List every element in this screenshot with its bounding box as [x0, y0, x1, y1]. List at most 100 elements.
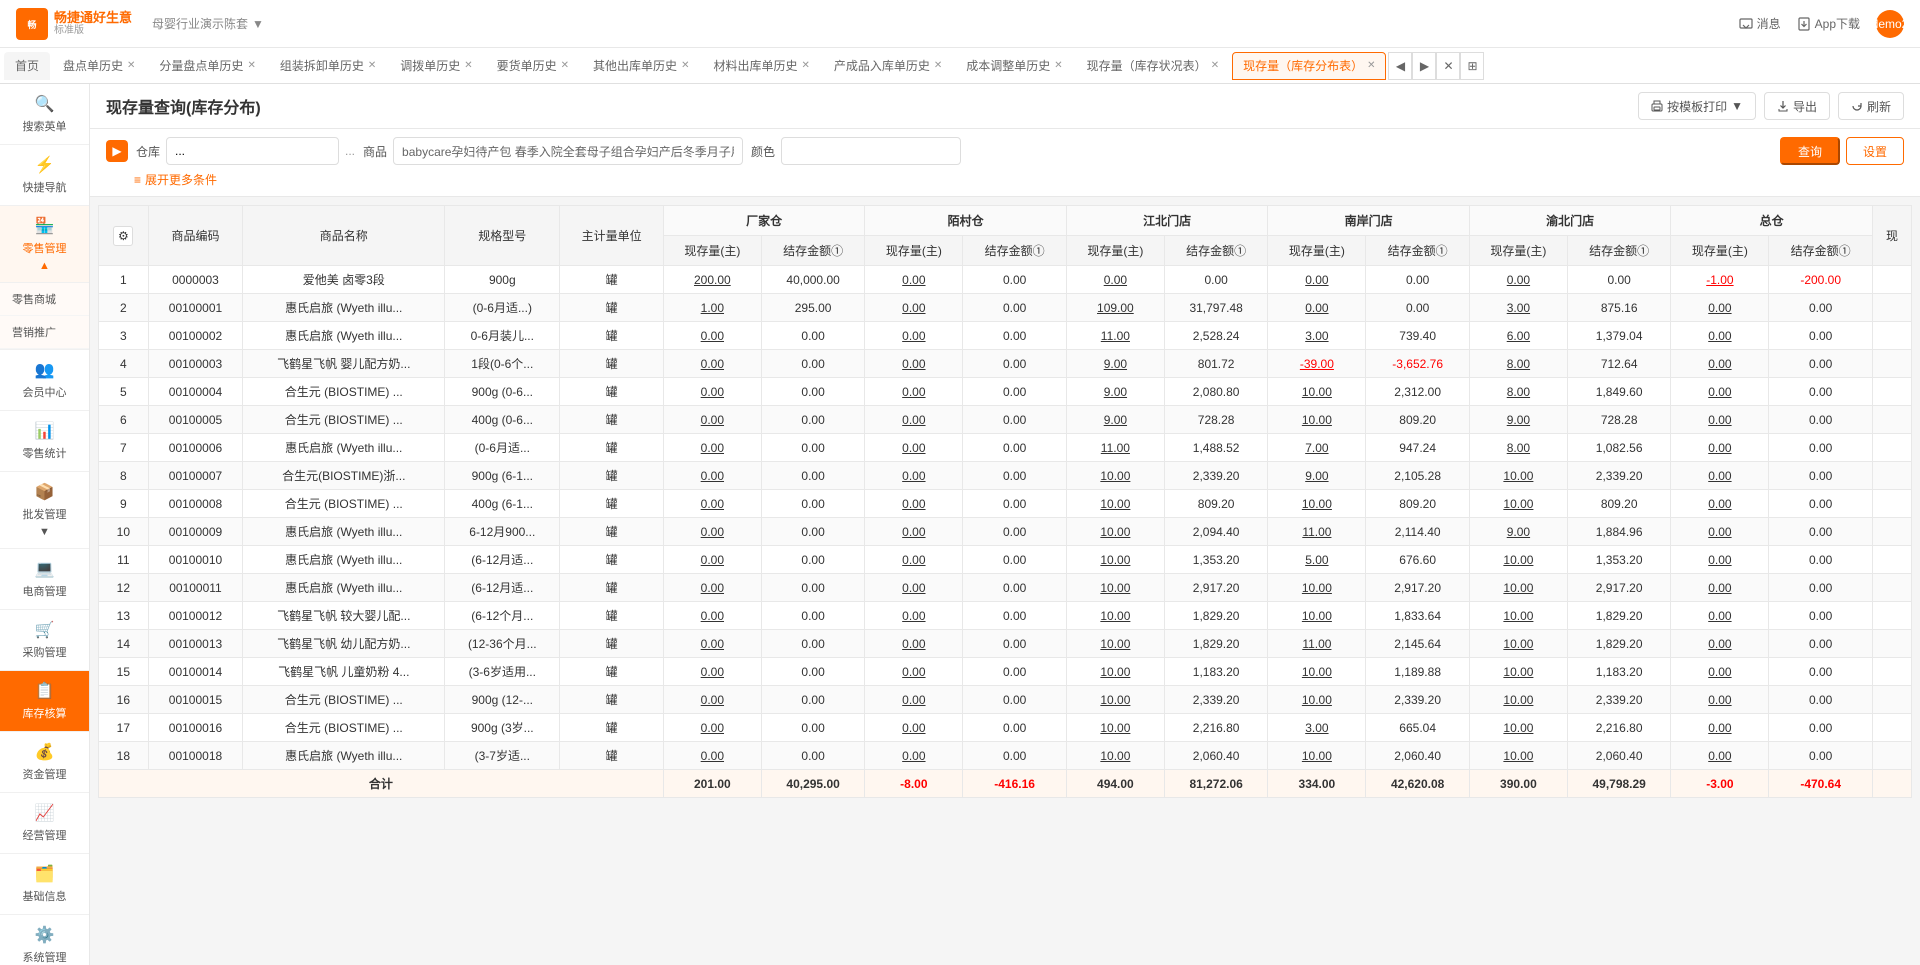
sidebar-item-operations[interactable]: 📈 经营管理 — [0, 793, 89, 854]
app-download-btn[interactable]: App下载 — [1797, 15, 1860, 32]
logo-icon: 畅 — [16, 8, 48, 40]
tab-nav-next[interactable]: ▶ — [1412, 52, 1436, 80]
tab-other-out[interactable]: 其他出库单历史 ✕ — [582, 52, 700, 80]
th-name: 商品名称 — [243, 206, 445, 266]
table-row: 1500100014飞鹤星飞帆 儿童奶粉 4...(3-6岁适用...罐0.00… — [99, 658, 1912, 686]
th-nanan: 南岸门店 — [1268, 206, 1470, 236]
retail-stat-icon: 📊 — [35, 421, 55, 441]
tab-inventory-count[interactable]: 盘点单历史 ✕ — [52, 52, 146, 80]
industry-selector[interactable]: 母婴行业演示陈套 ▼ — [152, 15, 264, 32]
tab-material-out[interactable]: 材料出库单历史 ✕ — [702, 52, 820, 80]
warehouse-filter: 仓库 ... — [136, 137, 355, 165]
th-mocun: 陌村仓 — [865, 206, 1067, 236]
th-mocun-qty: 现存量(主) — [865, 236, 963, 266]
th-yubei-amt: 结存金额① — [1567, 236, 1670, 266]
tab-stock-status[interactable]: 现存量（库存状况表） ✕ — [1076, 52, 1230, 80]
sidebar: 🔍 搜索英单 ⚡ 快捷导航 🏪 零售管理 ▲ 零售商城 营销推广 👥 会员中心 … — [0, 84, 90, 965]
page-title: 现存量查询(库存分布) — [106, 94, 261, 118]
tab-nav-close-all[interactable]: ✕ — [1436, 52, 1460, 80]
filter-area: ▶ 仓库 ... 商品 颜色 查询 设置 — [90, 129, 1920, 197]
tab-transfer[interactable]: 调拨单历史 ✕ — [389, 52, 483, 80]
settings-btn[interactable]: 设置 — [1846, 137, 1904, 165]
th-jiangbei-amt: 结存金额① — [1164, 236, 1267, 266]
sidebar-item-purchase[interactable]: 🛒 采购管理 — [0, 610, 89, 671]
color-filter: 颜色 — [751, 137, 961, 165]
tab-nav-prev[interactable]: ◀ — [1388, 52, 1412, 80]
filter-row: ▶ 仓库 ... 商品 颜色 查询 设置 — [106, 137, 1904, 165]
table-row: 1600100015合生元 (BIOSTIME) ...900g (12-...… — [99, 686, 1912, 714]
retail-icon: 🏪 — [35, 216, 55, 236]
sidebar-item-wholesale[interactable]: 📦 批发管理 ▼ — [0, 472, 89, 549]
sidebar-item-member[interactable]: 👥 会员中心 — [0, 350, 89, 411]
sidebar-item-inventory[interactable]: 📋 库存核算 — [0, 671, 89, 732]
tab-close-stock-status[interactable]: ✕ — [1211, 60, 1219, 71]
table-area[interactable]: ⚙ 商品编码 商品名称 规格型号 主计量单位 厂家仓 陌村仓 江北门店 南岸门店… — [90, 197, 1920, 965]
table-row: 500100004合生元 (BIOSTIME) ...900g (0-6...罐… — [99, 378, 1912, 406]
table-row: 1400100013飞鹤星飞帆 幼儿配方奶...(12-36个月...罐0.00… — [99, 630, 1912, 658]
sidebar-item-marketing[interactable]: 营销推广 — [0, 316, 89, 349]
tab-close-assemble[interactable]: ✕ — [368, 60, 376, 71]
tab-assemble[interactable]: 组装拆卸单历史 ✕ — [269, 52, 387, 80]
table-row: 1800100018惠氏启旅 (Wyeth illu...(3-7岁适...罐0… — [99, 742, 1912, 770]
table-row: 10000003爱他美 卤零3段900g罐200.0040,000.000.00… — [99, 266, 1912, 294]
sidebar-item-retail[interactable]: 🏪 零售管理 ▲ — [0, 206, 89, 283]
table-row: 1300100012飞鹤星飞帆 较大婴儿配...(6-12个月...罐0.000… — [99, 602, 1912, 630]
tab-home[interactable]: 首页 — [4, 52, 50, 80]
tab-close-category-count[interactable]: ✕ — [247, 60, 255, 71]
warehouse-input[interactable] — [166, 137, 339, 165]
table-row: 200100001惠氏启旅 (Wyeth illu...(0-6月适...)罐1… — [99, 294, 1912, 322]
user-avatar[interactable]: demo2 — [1876, 10, 1904, 38]
th-yubei-qty: 现存量(主) — [1469, 236, 1567, 266]
sidebar-item-ecommerce[interactable]: 💻 电商管理 — [0, 549, 89, 610]
table-row: 1200100011惠氏启旅 (Wyeth illu...(6-12月适...罐… — [99, 574, 1912, 602]
tab-cost-adjust[interactable]: 成本调整单历史 ✕ — [955, 52, 1073, 80]
th-factory: 厂家仓 — [663, 206, 865, 236]
tab-close-purchase-order[interactable]: ✕ — [561, 60, 569, 71]
retail-expand-icon: ▲ — [39, 260, 50, 272]
topbar-right: 消息 App下载 demo2 — [1739, 10, 1904, 38]
wholesale-expand-icon: ▼ — [39, 526, 50, 538]
table-row: 400100003飞鹤星飞帆 婴儿配方奶...1段(0-6个...罐0.000.… — [99, 350, 1912, 378]
operations-icon: 📈 — [35, 803, 55, 823]
message-btn[interactable]: 消息 — [1739, 15, 1781, 32]
th-total: 总仓 — [1671, 206, 1873, 236]
tab-close-inventory-count[interactable]: ✕ — [127, 60, 135, 71]
table-row: 900100008合生元 (BIOSTIME) ...400g (6-1...罐… — [99, 490, 1912, 518]
tab-purchase-order[interactable]: 要货单历史 ✕ — [486, 52, 580, 80]
query-btn[interactable]: 查询 — [1780, 137, 1840, 165]
sidebar-item-retail-shop[interactable]: 零售商城 — [0, 283, 89, 316]
th-spec: 规格型号 — [445, 206, 560, 266]
sidebar-item-search[interactable]: 🔍 搜索英单 — [0, 84, 89, 145]
filter-expand-toggle[interactable]: ▶ — [106, 140, 128, 162]
tab-close-transfer[interactable]: ✕ — [464, 60, 472, 71]
filter-expand-row: ≡ 展开更多条件 — [106, 171, 1904, 188]
th-settings[interactable]: ⚙ — [99, 206, 149, 266]
tab-category-count[interactable]: 分量盘点单历史 ✕ — [148, 52, 266, 80]
topbar-left: 畅 畅捷通好生意 标准版 母婴行业演示陈套 ▼ — [16, 8, 264, 40]
wholesale-icon: 📦 — [35, 482, 55, 502]
tab-close-material-out[interactable]: ✕ — [801, 60, 809, 71]
expand-more-btn[interactable]: ≡ 展开更多条件 — [134, 171, 1904, 188]
print-btn[interactable]: 按模板打印 ▼ — [1638, 92, 1756, 120]
tab-close-stock-dist[interactable]: ✕ — [1367, 60, 1375, 71]
export-btn[interactable]: 导出 — [1764, 92, 1830, 120]
color-input[interactable] — [781, 137, 961, 165]
sidebar-item-basic[interactable]: 🗂️ 基础信息 — [0, 854, 89, 915]
sidebar-item-retail-stat[interactable]: 📊 零售统计 — [0, 411, 89, 472]
sidebar-item-finance[interactable]: 💰 资金管理 — [0, 732, 89, 793]
sidebar-item-shortcut[interactable]: ⚡ 快捷导航 — [0, 145, 89, 206]
svg-text:畅: 畅 — [27, 19, 36, 30]
th-yubei: 渝北门店 — [1469, 206, 1671, 236]
product-filter: 商品 — [363, 137, 743, 165]
tab-close-product-in[interactable]: ✕ — [934, 60, 942, 71]
tab-close-cost-adjust[interactable]: ✕ — [1054, 60, 1062, 71]
tab-stock-dist[interactable]: 现存量（库存分布表） ✕ — [1232, 52, 1386, 80]
tab-close-other-out[interactable]: ✕ — [681, 60, 689, 71]
table-row: 800100007合生元(BIOSTIME)浙...900g (6-1...罐0… — [99, 462, 1912, 490]
refresh-btn[interactable]: 刷新 — [1838, 92, 1904, 120]
tab-product-in[interactable]: 产成品入库单历史 ✕ — [823, 52, 953, 80]
product-input[interactable] — [393, 137, 743, 165]
sidebar-item-system[interactable]: ⚙️ 系统管理 — [0, 915, 89, 965]
table-row: 1100100010惠氏启旅 (Wyeth illu...(6-12月适...罐… — [99, 546, 1912, 574]
tab-nav-expand[interactable]: ⊞ — [1460, 52, 1484, 80]
